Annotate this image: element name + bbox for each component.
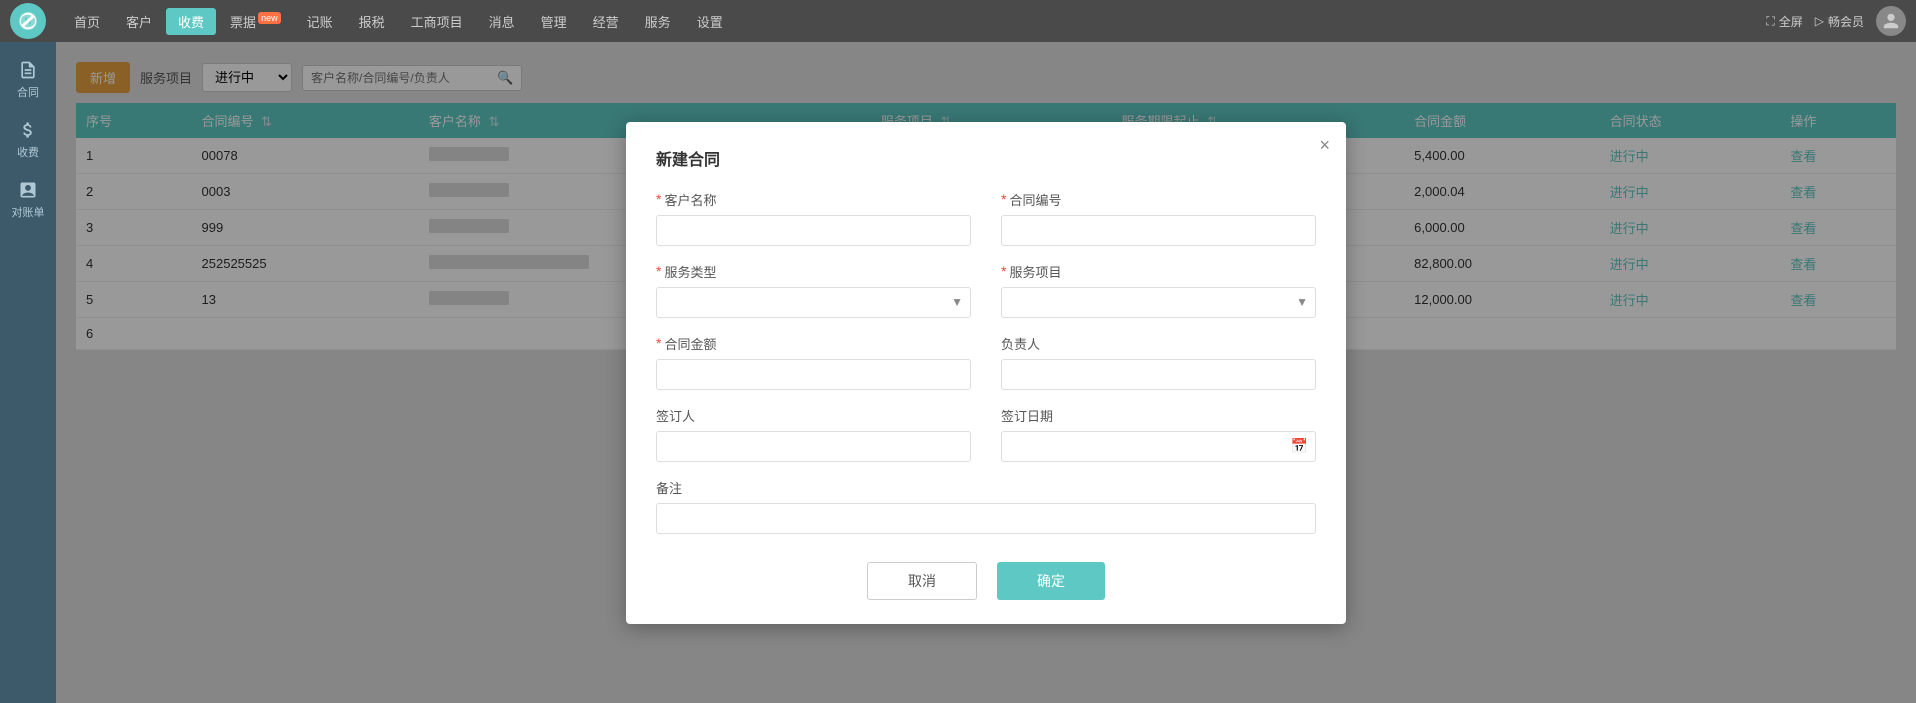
- sidebar-label-statement: 对账单: [12, 204, 45, 220]
- content-area: 新增 服务项目 进行中 已完成 全部 🔍 序号 合同编号 ⇅ 客户名称 ⇅ 服务…: [56, 42, 1916, 703]
- nav-right-area: ⛶ 全屏 ▷ 畅会员: [1766, 6, 1906, 36]
- field-responsible: 负责人: [1001, 334, 1316, 390]
- sidebar-label-fee: 收费: [17, 144, 39, 160]
- label-amount: * 合同金额: [656, 334, 971, 353]
- input-customer[interactable]: [656, 215, 971, 246]
- field-service-type: * 服务类型 ▼: [656, 262, 971, 318]
- sidebar-item-statement[interactable]: 对账单: [3, 172, 53, 228]
- select-service-item[interactable]: [1001, 287, 1316, 318]
- modal-actions: 取消 确定: [656, 562, 1316, 600]
- nav-operation[interactable]: 经营: [581, 8, 631, 35]
- modal-title: 新建合同: [656, 146, 1316, 170]
- label-contract-no: * 合同编号: [1001, 190, 1316, 209]
- user-avatar[interactable]: [1876, 6, 1906, 36]
- nav-message[interactable]: 消息: [477, 8, 527, 35]
- modal-overlay: 新建合同 × * 客户名称 * 合同编号: [56, 42, 1916, 703]
- new-contract-modal: 新建合同 × * 客户名称 * 合同编号: [626, 122, 1346, 624]
- sign-date-wrap: 2023-06-06 📅: [1001, 431, 1316, 462]
- label-signer: 签订人: [656, 406, 971, 425]
- modal-form: * 客户名称 * 合同编号: [656, 190, 1316, 534]
- label-service-type: * 服务类型: [656, 262, 971, 281]
- field-customer: * 客户名称: [656, 190, 971, 246]
- input-remarks[interactable]: [656, 503, 1316, 534]
- sidebar-label-contract: 合同: [17, 84, 39, 100]
- fullscreen-button[interactable]: ⛶ 全屏: [1766, 13, 1802, 30]
- label-sign-date: 签订日期: [1001, 406, 1316, 425]
- field-service-item: * 服务项目 ▼: [1001, 262, 1316, 318]
- sidebar-item-contract[interactable]: 合同: [3, 52, 53, 108]
- label-service-item: * 服务项目: [1001, 262, 1316, 281]
- nav-tax[interactable]: 报税: [347, 8, 397, 35]
- member-button[interactable]: ▷ 畅会员: [1815, 13, 1864, 30]
- select-service-item-wrap: ▼: [1001, 287, 1316, 318]
- field-sign-date: 签订日期 2023-06-06 📅: [1001, 406, 1316, 462]
- modal-close-button[interactable]: ×: [1319, 136, 1330, 154]
- sidebar-item-fee[interactable]: 收费: [3, 112, 53, 168]
- field-remarks: 备注: [656, 478, 1316, 534]
- label-remarks: 备注: [656, 478, 1316, 497]
- top-navigation: 首页 客户 收费 票据new 记账 报税 工商项目 消息 管理 经营 服务 设置…: [0, 0, 1916, 42]
- label-customer: * 客户名称: [656, 190, 971, 209]
- confirm-button[interactable]: 确定: [997, 562, 1105, 600]
- nav-settings[interactable]: 设置: [685, 8, 735, 35]
- input-signer[interactable]: [656, 431, 971, 462]
- nav-service[interactable]: 服务: [633, 8, 683, 35]
- label-responsible: 负责人: [1001, 334, 1316, 353]
- input-sign-date[interactable]: 2023-06-06: [1001, 431, 1316, 462]
- field-signer: 签订人: [656, 406, 971, 462]
- nav-home[interactable]: 首页: [62, 8, 112, 35]
- nav-invoice[interactable]: 票据new: [218, 8, 293, 35]
- nav-menu: 首页 客户 收费 票据new 记账 报税 工商项目 消息 管理 经营 服务 设置: [62, 8, 1766, 35]
- nav-manage[interactable]: 管理: [529, 8, 579, 35]
- field-contract-no: * 合同编号: [1001, 190, 1316, 246]
- fullscreen-icon: ⛶: [1766, 14, 1774, 29]
- input-amount[interactable]: 0.00: [656, 359, 971, 390]
- sidebar: 合同 收费 对账单: [0, 42, 56, 703]
- play-icon: ▷: [1815, 14, 1824, 28]
- input-responsible[interactable]: [1001, 359, 1316, 390]
- new-badge: new: [258, 12, 281, 24]
- nav-fee[interactable]: 收费: [166, 8, 216, 35]
- nav-business[interactable]: 工商项目: [399, 8, 475, 35]
- select-service-type-wrap: ▼: [656, 287, 971, 318]
- select-service-type[interactable]: [656, 287, 971, 318]
- app-logo: [10, 3, 46, 39]
- cancel-button[interactable]: 取消: [867, 562, 977, 600]
- nav-customer[interactable]: 客户: [114, 8, 164, 35]
- field-amount: * 合同金额 0.00: [656, 334, 971, 390]
- input-contract-no[interactable]: [1001, 215, 1316, 246]
- nav-bookkeeping[interactable]: 记账: [295, 8, 345, 35]
